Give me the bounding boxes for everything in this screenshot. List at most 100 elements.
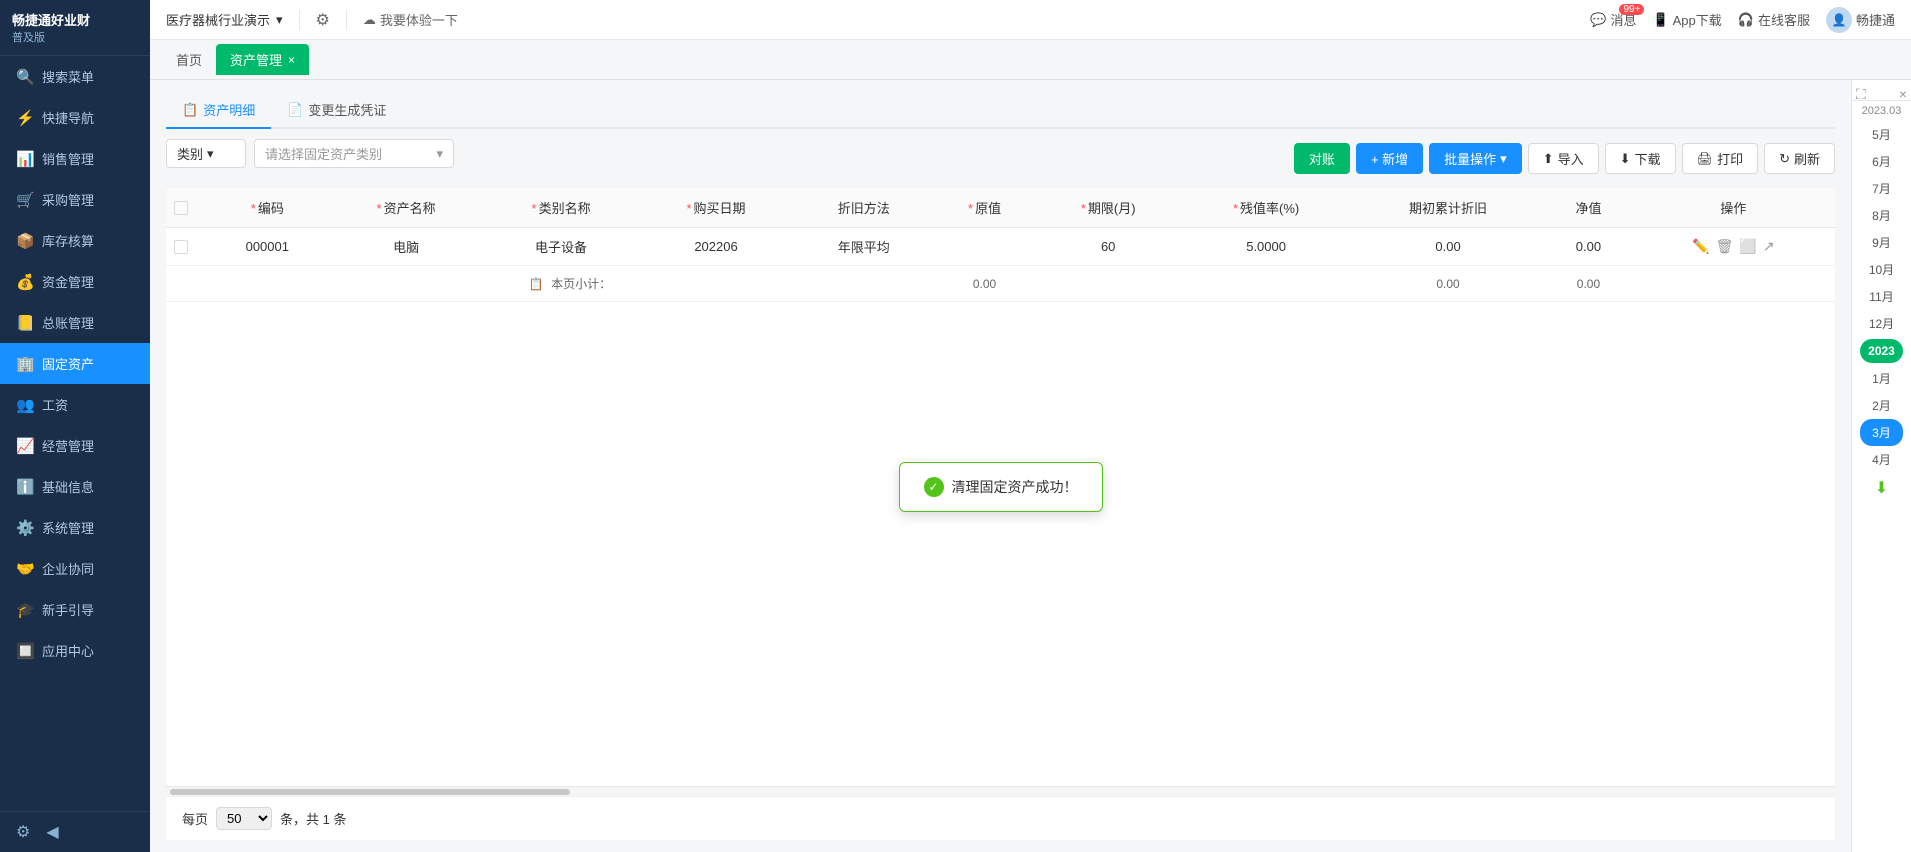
- active-tab-label: 资产管理: [230, 50, 282, 69]
- month-7[interactable]: 7月: [1852, 175, 1911, 202]
- action-icons: ✏️ 🗑 ⬜ ↗: [1640, 238, 1827, 255]
- batch-button[interactable]: 批量操作 ▾: [1429, 143, 1522, 174]
- tab-close-icon[interactable]: ×: [288, 53, 295, 67]
- row-period: 60: [1035, 228, 1181, 266]
- subtotal-label: 本页小计：: [551, 277, 611, 291]
- import-button[interactable]: ⬆ 导入: [1528, 143, 1599, 174]
- month-3-current[interactable]: 3月: [1860, 419, 1903, 446]
- sidebar-collapse-icon[interactable]: ◀: [46, 822, 58, 842]
- refresh-button[interactable]: ↻ 刷新: [1764, 143, 1835, 174]
- month-scroll-down[interactable]: ⬇: [1852, 473, 1911, 503]
- topbar: 医疗器械行业演示 ▾ ⚙ ☁ 我要体验一下 💬 消息 99+ 📱 App下载 🎧…: [150, 0, 1911, 40]
- month-8[interactable]: 8月: [1852, 202, 1911, 229]
- month-5[interactable]: 5月: [1852, 121, 1911, 148]
- sidebar-item-quick-nav-label: 快捷导航: [42, 108, 94, 127]
- month-1[interactable]: 1月: [1852, 365, 1911, 392]
- sub-tab-generate-voucher[interactable]: 📄 变更生成凭证: [271, 92, 402, 129]
- row-name: 电脑: [329, 228, 484, 266]
- sidebar-item-inventory[interactable]: 📦 库存核算: [0, 220, 150, 261]
- delete-icon[interactable]: 🗑: [1716, 238, 1734, 255]
- per-page-select[interactable]: 50 10 20 100: [216, 807, 272, 830]
- sub-tab-asset-detail[interactable]: 📋 资产明细: [166, 92, 271, 129]
- month-9[interactable]: 9月: [1852, 229, 1911, 256]
- sidebar-item-ledger[interactable]: 📒 总账管理: [0, 302, 150, 343]
- row-purchase-date: 202206: [639, 228, 794, 266]
- row-residual-rate: 5.0000: [1181, 228, 1351, 266]
- new-button[interactable]: + 新增: [1356, 143, 1423, 174]
- table-header: *编码 *资产名称 *类别名称 *购买日期 折旧方法 *原值 *期限(月) *残…: [166, 188, 1835, 228]
- sidebar-item-basic-info-label: 基础信息: [42, 477, 94, 496]
- sidebar: 畅捷通好业财 普及版 🔍 搜索菜单 ⚡ 快捷导航 📊 销售管理 🛒 采购管理 📦…: [0, 0, 150, 852]
- sidebar-item-quick-nav[interactable]: ⚡ 快捷导航: [0, 97, 150, 138]
- sidebar-item-search[interactable]: 🔍 搜索菜单: [0, 56, 150, 97]
- online-service-button[interactable]: 🎧 在线客服: [1738, 10, 1810, 29]
- category-type-filter[interactable]: 请选择固定资产类别 ▾: [254, 139, 454, 168]
- col-action: 操作: [1632, 188, 1835, 228]
- sidebar-item-fixed-assets-label: 固定资产: [42, 354, 94, 373]
- month-12[interactable]: 12月: [1852, 310, 1911, 337]
- select-all-header[interactable]: [166, 188, 206, 228]
- reconcile-button[interactable]: 对账: [1294, 143, 1350, 174]
- row-action: ✏️ 🗑 ⬜ ↗: [1632, 228, 1835, 266]
- select-all-checkbox[interactable]: [174, 201, 188, 215]
- home-tab-label: 首页: [176, 53, 202, 68]
- more-icon[interactable]: ↗: [1763, 238, 1775, 255]
- sidebar-item-system[interactable]: ⚙️ 系统管理: [0, 507, 150, 548]
- month-6[interactable]: 6月: [1852, 148, 1911, 175]
- copy-icon[interactable]: ⬜: [1739, 238, 1756, 255]
- panel-close-button[interactable]: ×: [1899, 86, 1907, 102]
- topbar-settings-icon[interactable]: ⚙: [316, 10, 330, 30]
- category-filter[interactable]: 类别 ▾: [166, 139, 246, 168]
- experience-button[interactable]: ☁ 我要体验一下: [363, 10, 458, 29]
- sidebar-item-enterprise[interactable]: 🤝 企业协同: [0, 548, 150, 589]
- company-selector[interactable]: 医疗器械行业演示 ▾: [166, 10, 283, 29]
- sidebar-item-purchase[interactable]: 🛒 采购管理: [0, 179, 150, 220]
- refresh-label: 刷新: [1794, 149, 1820, 168]
- sidebar-item-operations[interactable]: 📈 经营管理: [0, 425, 150, 466]
- month-4[interactable]: 4月: [1852, 446, 1911, 473]
- sub-tab-generate-voucher-label: 变更生成凭证: [308, 100, 386, 119]
- toolbar-right: 对账 + 新增 批量操作 ▾ ⬆ 导入 ⬇ 下载: [1294, 143, 1835, 174]
- experience-label: 我要体验一下: [380, 10, 458, 29]
- subtotal-initial: 0.00: [1351, 266, 1545, 302]
- tab-asset-management[interactable]: 资产管理 ×: [216, 44, 309, 75]
- subtotal-icon: 📋: [529, 277, 544, 291]
- print-button[interactable]: 🖨 打印: [1682, 143, 1759, 174]
- inventory-icon: 📦: [16, 232, 34, 250]
- notifications-button[interactable]: 💬 消息 99+: [1590, 10, 1636, 29]
- sidebar-item-guide[interactable]: 🎓 新手引导: [0, 589, 150, 630]
- sidebar-item-funds[interactable]: 💰 资金管理: [0, 261, 150, 302]
- tab-home[interactable]: 首页: [166, 44, 212, 75]
- table-header-row: *编码 *资产名称 *类别名称 *购买日期 折旧方法 *原值 *期限(月) *残…: [166, 188, 1835, 228]
- sidebar-item-app-center[interactable]: 🔲 应用中心: [0, 630, 150, 671]
- operations-icon: 📈: [16, 437, 34, 455]
- month-11[interactable]: 11月: [1852, 283, 1911, 310]
- app-download-button[interactable]: 📱 App下载: [1652, 10, 1721, 29]
- edit-icon[interactable]: ✏️: [1692, 238, 1709, 255]
- scroll-thumb[interactable]: [170, 789, 570, 795]
- right-panel-scroll: 5月 6月 7月 8月 9月 10月 11月 12月 2023 1月 2月 3月…: [1852, 121, 1911, 852]
- month-2[interactable]: 2月: [1852, 392, 1911, 419]
- sidebar-item-sales[interactable]: 📊 销售管理: [0, 138, 150, 179]
- month-10[interactable]: 10月: [1852, 256, 1911, 283]
- row-checkbox[interactable]: [174, 240, 188, 254]
- funds-icon: 💰: [16, 273, 34, 291]
- topbar-divider2: [346, 10, 347, 30]
- tabs-row: 首页 资产管理 ×: [150, 40, 1911, 80]
- sidebar-settings-icon[interactable]: ⚙: [16, 822, 30, 842]
- payroll-icon: 👥: [16, 396, 34, 414]
- user-profile[interactable]: 👤 畅捷通: [1826, 7, 1895, 33]
- row-checkbox-cell[interactable]: [166, 228, 206, 266]
- panel-expand-button[interactable]: ⛶: [1856, 86, 1866, 103]
- horizontal-scrollbar[interactable]: [166, 786, 1835, 796]
- download-button[interactable]: ⬇ 下载: [1605, 143, 1676, 174]
- sidebar-item-payroll[interactable]: 👥 工资: [0, 384, 150, 425]
- category-filter-label: 类别: [177, 144, 203, 163]
- col-initial-accumulated: 期初累计折旧: [1351, 188, 1545, 228]
- total-label: 条，共 1 条: [280, 809, 346, 828]
- subtotal-net: 0.00: [1545, 266, 1632, 302]
- sidebar-item-guide-label: 新手引导: [42, 600, 94, 619]
- sidebar-item-fixed-assets[interactable]: 🏢 固定资产: [0, 343, 150, 384]
- sidebar-item-funds-label: 资金管理: [42, 272, 94, 291]
- sidebar-item-basic-info[interactable]: ℹ️ 基础信息: [0, 466, 150, 507]
